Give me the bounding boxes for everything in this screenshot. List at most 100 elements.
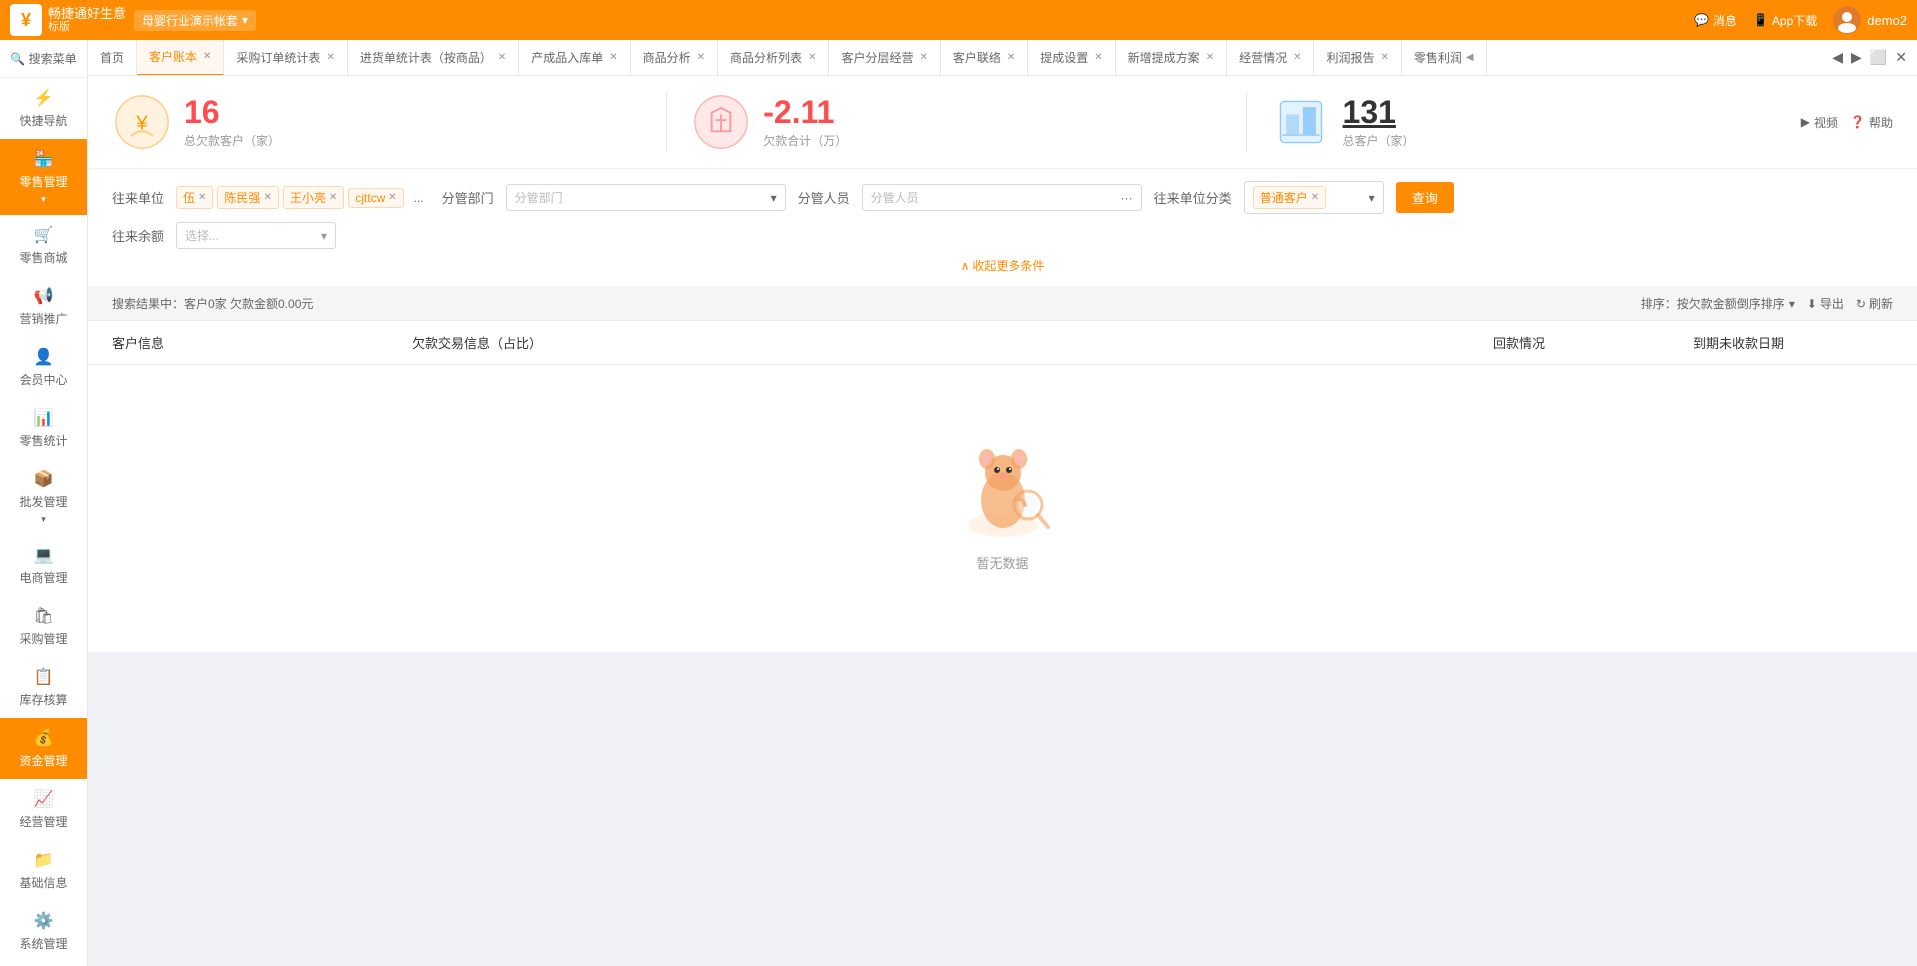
sidebar-quick-nav[interactable]: ⚡ 快捷导航 (0, 78, 87, 139)
sidebar-item-marketing[interactable]: 📢 营销推广 (0, 276, 87, 337)
tab-close-improve-settings[interactable]: ✕ (1094, 52, 1102, 63)
tab-scroll-right[interactable]: ▶ (1849, 47, 1864, 68)
remove-tag-wu[interactable]: ✕ (198, 192, 206, 203)
balance-filter-input[interactable]: 选择... ▾ (176, 222, 336, 249)
tab-close-customer-contact[interactable]: ✕ (1007, 52, 1015, 63)
expand-icon: ▾ (41, 514, 46, 525)
tab-customer-capital[interactable]: 客户账本 ✕ (137, 40, 224, 76)
sidebar-item-purchase[interactable]: 🛍 采购管理 (0, 596, 87, 657)
tab-close-customer-capital[interactable]: ✕ (203, 51, 211, 62)
filter-tag-more[interactable]: ... (408, 189, 430, 207)
total-customers-label: 总客户（家） (1343, 132, 1415, 149)
filter-tag-chen: 陈民强 ✕ (217, 186, 278, 209)
tab-home[interactable]: 首页 (88, 40, 137, 76)
sidebar-item-ops[interactable]: 📈 经营管理 (0, 779, 87, 840)
wholesale-icon: 📦 (34, 469, 54, 489)
manager-filter-label: 分管人员 (798, 188, 850, 207)
sidebar-item-member[interactable]: 👤 会员中心 (0, 337, 87, 398)
sidebar-item-inventory[interactable]: 📋 库存核算 (0, 657, 87, 718)
sidebar-item-finance[interactable]: 💰 资金管理 (0, 718, 87, 779)
system-icon: ⚙️ (34, 911, 54, 931)
tab-close-incoming-stat[interactable]: ✕ (498, 52, 506, 63)
tab-customer-tier[interactable]: 客户分层经营 ✕ (829, 40, 940, 76)
sidebar-item-basic-info[interactable]: 📁 基础信息 (0, 840, 87, 901)
remove-unit-class[interactable]: ✕ (1311, 192, 1319, 203)
tab-retail-profit[interactable]: 零售利润 ◀ (1402, 40, 1487, 76)
tab-close-new-improve[interactable]: ✕ (1206, 52, 1214, 63)
refresh-button[interactable]: ↻ 刷新 (1856, 295, 1893, 312)
sidebar-item-wholesale[interactable]: 📦 批发管理 ▾ (0, 459, 87, 535)
app-download-button[interactable]: 📱 App下载 (1753, 12, 1817, 29)
stat-debt-amount: -2.11 欠款合计（万） (691, 92, 1221, 152)
query-button[interactable]: 查询 (1396, 182, 1454, 213)
col-debt-info: 欠款交易信息（占比） (412, 333, 1493, 352)
sidebar-item-retail-mall[interactable]: 🛒 零售商城 (0, 215, 87, 276)
balance-filter-label: 往来余额 (112, 226, 164, 245)
sidebar-item-system[interactable]: ⚙️ 系统管理 (0, 901, 87, 962)
manager-expand-icon: ··· (1121, 191, 1133, 205)
tab-close-product-analysis[interactable]: ✕ (697, 52, 705, 63)
tab-maximize[interactable]: ⬜ (1868, 47, 1889, 68)
unit-class-select[interactable]: 普通客户 ✕ ▾ (1244, 181, 1384, 214)
tab-close-product-analysis-list[interactable]: ✕ (808, 52, 816, 63)
message-button[interactable]: 💬 消息 (1694, 12, 1737, 29)
filter-tag-wang: 王小亮 ✕ (283, 186, 344, 209)
col-due-date: 到期未收款日期 (1693, 333, 1893, 352)
tab-business-status[interactable]: 经营情况 ✕ (1227, 40, 1314, 76)
results-bar: 搜索结果中：客户0家 欠款金额0.00元 排序：按欠款金额倒序排序 ▾ ⬇ 导出 (88, 287, 1917, 321)
remove-tag-cjttcw[interactable]: ✕ (388, 192, 396, 203)
tab-product-inbound[interactable]: 产成品入库单 ✕ (519, 40, 630, 76)
balance-expand-icon: ▾ (321, 229, 327, 243)
tab-close-all[interactable]: ✕ (1893, 47, 1909, 68)
tab-product-analysis-list[interactable]: 商品分析列表 ✕ (718, 40, 829, 76)
tab-profit-report[interactable]: 利润报告 ✕ (1314, 40, 1401, 76)
sidebar-search[interactable]: 🔍 搜索菜单 (0, 40, 87, 78)
chevron-down-icon: ▾ (41, 194, 46, 205)
collapse-button[interactable]: ∧ 收起更多条件 (961, 257, 1045, 274)
workspace-dropdown[interactable]: 母婴行业演示帐套 ▾ (134, 10, 256, 31)
dept-expand-icon: ▾ (771, 191, 777, 205)
user-avatar-button[interactable]: demo2 (1833, 6, 1907, 34)
tab-close-purchase-order-stat[interactable]: ✕ (326, 52, 334, 63)
search-icon: 🔍 (10, 52, 25, 66)
stat-debt-customers: ¥ 16 总欠款客户（家） (112, 92, 642, 152)
sidebar-item-ecommerce[interactable]: 💻 电商管理 (0, 535, 87, 596)
tab-close-business-status[interactable]: ✕ (1293, 52, 1301, 63)
customers-count-label: 总欠款客户（家） (184, 132, 280, 149)
finance-icon: 💰 (34, 728, 54, 748)
tab-scroll-left[interactable]: ◀ (1830, 47, 1845, 68)
avatar (1833, 6, 1861, 34)
marketing-icon: 📢 (34, 286, 54, 306)
dept-filter-select[interactable]: 分管部门 ▾ (506, 184, 786, 211)
filter-collapse-row: ∧ 收起更多条件 (112, 257, 1893, 274)
tab-product-analysis[interactable]: 商品分析 ✕ (631, 40, 718, 76)
empty-text: 暂无数据 (976, 553, 1028, 572)
content-area: 首页 客户账本 ✕ 采购订单统计表 ✕ 进货单统计表（按商品） ✕ 产成品入库单… (88, 40, 1917, 966)
tab-customer-contact[interactable]: 客户联络 ✕ (941, 40, 1028, 76)
sidebar-item-retail-stats[interactable]: 📊 零售统计 (0, 398, 87, 459)
tab-new-improve[interactable]: 新增提成方案 ✕ (1116, 40, 1227, 76)
remove-tag-chen[interactable]: ✕ (263, 192, 271, 203)
tab-close-customer-tier[interactable]: ✕ (919, 52, 927, 63)
empty-illustration (943, 445, 1063, 545)
tab-close-product-inbound[interactable]: ✕ (609, 52, 617, 63)
tab-improve-settings[interactable]: 提成设置 ✕ (1028, 40, 1115, 76)
video-link[interactable]: ▶ 视频 (1801, 114, 1838, 131)
tab-purchase-order-stat[interactable]: 采购订单统计表 ✕ (224, 40, 347, 76)
quick-nav-icon: ⚡ (34, 88, 54, 108)
sidebar-item-enterprise[interactable]: 🤝 企业协同 (0, 962, 87, 966)
help-link[interactable]: ❓ 帮助 (1850, 114, 1893, 131)
logo-text: 畅捷通好生意 标版 (48, 6, 126, 35)
manager-filter-select[interactable]: 分管人员 ··· (862, 184, 1142, 211)
debt-amount-icon (691, 92, 751, 152)
page-content: ¥ 16 总欠款客户（家） (88, 76, 1917, 652)
member-icon: 👤 (34, 347, 54, 367)
export-button[interactable]: ⬇ 导出 (1807, 295, 1844, 312)
tab-incoming-stat[interactable]: 进货单统计表（按商品） ✕ (348, 40, 519, 76)
remove-tag-wang[interactable]: ✕ (329, 192, 337, 203)
sidebar-item-retail-mgmt[interactable]: 🏪 零售管理 ▾ (0, 139, 87, 215)
table-header: 客户信息 欠款交易信息（占比） 回款情况 到期未收款日期 (88, 321, 1917, 365)
help-icon: ❓ (1850, 115, 1865, 129)
tab-close-profit-report[interactable]: ✕ (1381, 52, 1389, 63)
sort-select[interactable]: 排序：按欠款金额倒序排序 ▾ (1641, 295, 1795, 312)
